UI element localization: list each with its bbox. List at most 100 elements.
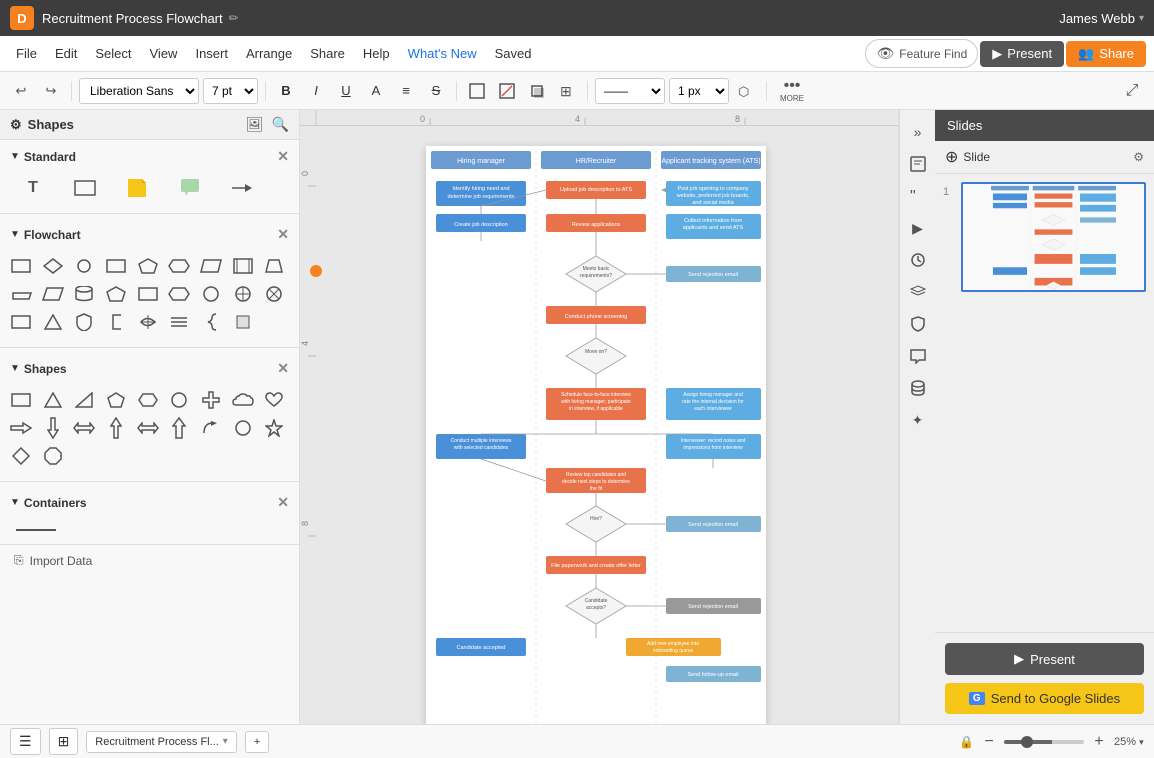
feature-find-button[interactable]: 👁 Feature Find [865, 39, 978, 68]
flowchart-curly-brace[interactable] [198, 309, 224, 335]
menu-saved[interactable]: Saved [487, 42, 540, 65]
menu-select[interactable]: Select [87, 42, 139, 65]
close-shapes-section[interactable]: ✕ [277, 360, 289, 377]
menu-help[interactable]: Help [355, 42, 398, 65]
line-width-select[interactable]: 1 px [669, 78, 729, 104]
shape-circle2[interactable] [230, 415, 256, 441]
flowchart-or-symbol[interactable] [135, 309, 161, 335]
present-button[interactable]: ▶ Present [980, 41, 1064, 67]
menu-whats-new[interactable]: What's New [400, 42, 485, 65]
flowchart-circle[interactable] [198, 281, 224, 307]
shape-triangle[interactable] [40, 387, 66, 413]
redo-button[interactable]: ↪ [38, 78, 64, 104]
standard-shape-callout[interactable] [177, 175, 203, 201]
search-shapes-icon[interactable]: 🔍 [272, 116, 289, 133]
menu-insert[interactable]: Insert [187, 42, 236, 65]
menu-file[interactable]: File [8, 42, 45, 65]
flowchart-parallelogram2[interactable] [40, 281, 66, 307]
flowchart-cylinder[interactable] [71, 281, 97, 307]
send-to-google-slides-button[interactable]: G Send to Google Slides [945, 683, 1144, 714]
slides-settings-button[interactable]: ⚙ [1133, 150, 1144, 164]
shape-arrow-left-right-ends[interactable] [71, 415, 97, 441]
strikethrough-button[interactable]: S [423, 78, 449, 104]
italic-button[interactable]: I [303, 78, 329, 104]
flowchart-trapezoid[interactable] [261, 253, 287, 279]
shape-arrow-up2[interactable] [166, 415, 192, 441]
present-panel-button[interactable]: ▶ [904, 214, 932, 242]
shape-curved-arrow[interactable] [198, 415, 224, 441]
align-button[interactable]: ≡ [393, 78, 419, 104]
menu-arrange[interactable]: Arrange [238, 42, 300, 65]
flowchart-stadium[interactable] [71, 253, 97, 279]
flowchart-hexagon[interactable] [166, 253, 192, 279]
edit-title-icon[interactable]: ✏ [229, 11, 239, 25]
zoom-out-button[interactable]: − [978, 731, 1000, 753]
shape-arrow-bidirectional[interactable] [135, 415, 161, 441]
font-size-select[interactable]: 7 pt [203, 78, 258, 104]
format-button[interactable]: ⊞ [554, 78, 580, 104]
flowchart-bracket[interactable] [103, 309, 129, 335]
user-menu[interactable]: James Webb ▾ [1059, 11, 1144, 26]
flowchart-pentagon2[interactable] [103, 281, 129, 307]
share-button[interactable]: 👥 Share [1066, 41, 1146, 67]
action-present-button[interactable]: ▶ Present [945, 643, 1144, 675]
standard-shape-rect[interactable] [72, 175, 98, 201]
zoom-slider[interactable] [1004, 740, 1084, 744]
transform-button[interactable]: ⬡ [733, 78, 759, 104]
close-flowchart-section[interactable]: ✕ [277, 226, 289, 243]
flowchart-circle-cross[interactable] [230, 281, 256, 307]
flowchart-hexagon2[interactable] [166, 281, 192, 307]
font-color-button[interactable]: A [363, 78, 389, 104]
image-icon[interactable]: 🖼 [246, 116, 264, 133]
line-style-select[interactable]: —— [595, 78, 665, 104]
list-view-tab[interactable]: ⊞ [49, 728, 79, 755]
add-slide-button[interactable]: ⊕ Slide [945, 147, 990, 167]
flowchart-rect4[interactable] [135, 281, 161, 307]
flowchart-rect5[interactable] [8, 309, 34, 335]
shape-pentagon[interactable] [103, 387, 129, 413]
flowchart-decision[interactable] [40, 253, 66, 279]
canvas-area[interactable]: 0 4 8 0 4 8 [300, 110, 898, 724]
layers-panel-button[interactable] [904, 278, 932, 306]
menu-view[interactable]: View [142, 42, 186, 65]
shape-arrow-down[interactable] [40, 415, 66, 441]
flowchart-parallelogram[interactable] [198, 253, 224, 279]
bold-button[interactable]: B [273, 78, 299, 104]
expand-button[interactable]: ⤢ [1118, 77, 1146, 105]
flowchart-xed-circle[interactable] [261, 281, 287, 307]
collapse-standard-icon[interactable]: ▼ [10, 151, 20, 162]
font-family-select[interactable]: Liberation Sans [79, 78, 199, 104]
zoom-in-button[interactable]: + [1088, 731, 1110, 753]
slide-1-thumbnail[interactable] [961, 182, 1146, 292]
shape-octagon[interactable] [40, 443, 66, 469]
flowchart-shield[interactable] [71, 309, 97, 335]
shape-hexagon[interactable] [135, 387, 161, 413]
flowchart-rect2[interactable] [103, 253, 129, 279]
flowchart-box-shape[interactable] [230, 309, 256, 335]
shape-circle[interactable] [166, 387, 192, 413]
flowchart-callout-rect[interactable] [8, 281, 34, 307]
comment-panel-button[interactable] [904, 342, 932, 370]
flowchart-rect3[interactable] [230, 253, 256, 279]
current-document-tab[interactable]: Recruitment Process Fl... ▾ [86, 731, 237, 753]
format-panel-button[interactable] [904, 150, 932, 178]
flowchart-triangle[interactable] [40, 309, 66, 335]
collapse-right-panel-button[interactable]: » [904, 118, 932, 146]
standard-shape-arrow[interactable] [229, 175, 255, 201]
flowchart-pentagon[interactable] [135, 253, 161, 279]
underline-button[interactable]: U [333, 78, 359, 104]
shadow-button[interactable] [524, 78, 550, 104]
shape-right-triangle[interactable] [71, 387, 97, 413]
menu-share[interactable]: Share [302, 42, 353, 65]
more-options-button[interactable]: ••• MORE [774, 76, 810, 105]
fill-color-button[interactable] [464, 78, 490, 104]
stroke-color-button[interactable] [494, 78, 520, 104]
flowchart-list[interactable] [166, 309, 192, 335]
shape-arrow-right[interactable] [8, 415, 34, 441]
shape-cloud[interactable] [230, 387, 256, 413]
collapse-shapes-icon[interactable]: ▼ [10, 363, 20, 374]
history-panel-button[interactable] [904, 246, 932, 274]
shape-heart[interactable] [261, 387, 287, 413]
shape-arrow-up[interactable] [103, 415, 129, 441]
security-panel-button[interactable] [904, 310, 932, 338]
